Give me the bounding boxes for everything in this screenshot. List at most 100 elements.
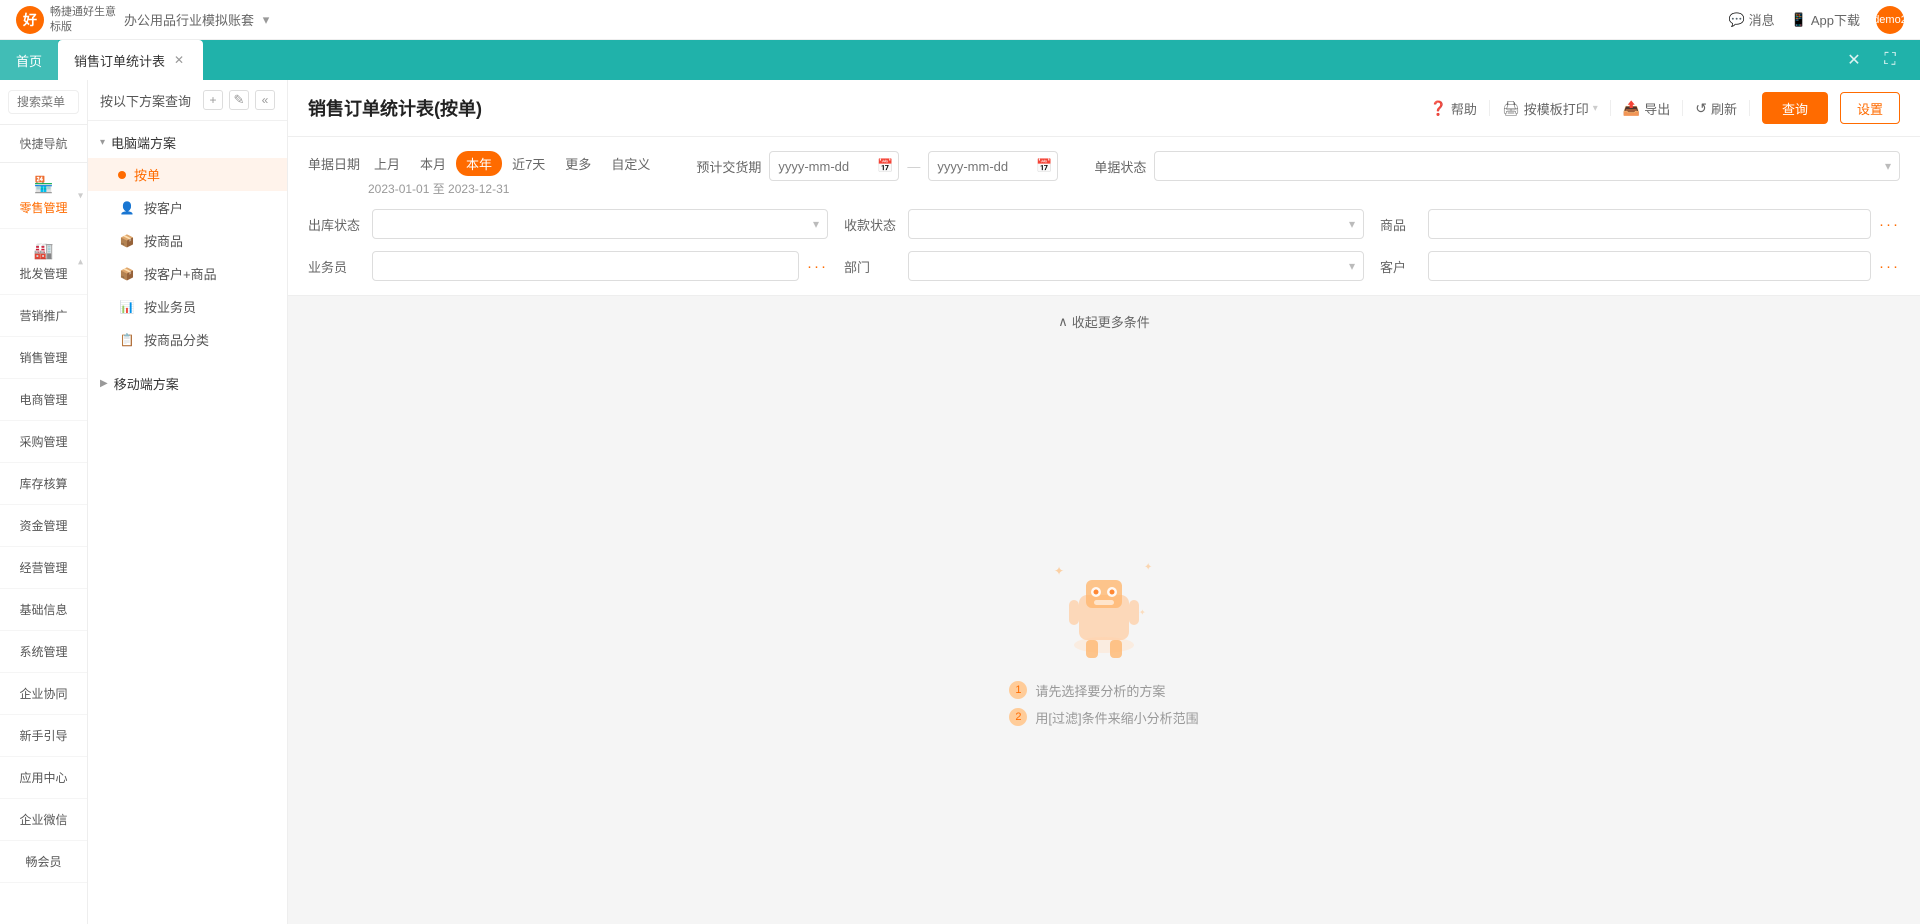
svg-text:✦: ✦ [1139, 608, 1146, 617]
panel-actions: + ✎ « [203, 90, 275, 110]
goods-more-icon[interactable]: ··· [1879, 216, 1900, 233]
delivery-status-select[interactable] [373, 213, 827, 236]
scheme-item-by-order[interactable]: 按单 [88, 158, 287, 191]
sidebar-item-purchase[interactable]: 采购管理 [0, 421, 87, 463]
close-window-icon[interactable]: ✕ [1840, 46, 1868, 74]
empty-tips: 1 请先选择要分析的方案 2 用[过滤]条件来缩小分析范围 [1009, 681, 1198, 727]
message-btn[interactable]: 💬 消息 [1728, 10, 1774, 29]
edit-scheme-btn[interactable]: ✎ [229, 90, 249, 110]
goods-input[interactable] [1428, 209, 1871, 239]
empty-tip-1: 1 请先选择要分析的方案 [1009, 681, 1198, 700]
sidebar-item-newbie[interactable]: 新手引导 [0, 715, 87, 757]
user-menu[interactable]: demo2 [1876, 6, 1904, 34]
customer-input[interactable] [1428, 251, 1871, 281]
sidebar: 快捷导航 🏪 零售管理 ▾ 🏭 批发管理 ▴ 营销推广 销售管理 电商管理 采购… [0, 80, 88, 924]
scheme-item-by-product[interactable]: 📦 按商品 [88, 224, 287, 257]
empty-illustration: ✦ ✦ ✦ [1044, 545, 1164, 665]
doc-status-select[interactable] [1155, 155, 1899, 178]
avatar: demo2 [1876, 6, 1904, 34]
sidebar-item-marketing[interactable]: 营销推广 [0, 295, 87, 337]
sidebar-item-wholesale[interactable]: 🏭 批发管理 ▴ [0, 229, 87, 295]
maximize-icon[interactable]: ⛶ [1876, 46, 1904, 74]
date-range-sep: — [907, 159, 920, 174]
filter-area: 单据日期 上月 本月 本年 近7天 更多 自定义 2023-01-01 至 20… [288, 137, 1920, 295]
customer-scheme-icon: 👤 [118, 199, 136, 217]
svg-text:✦: ✦ [1054, 564, 1064, 578]
query-button[interactable]: 查询 [1762, 92, 1828, 124]
settings-button[interactable]: 设置 [1840, 92, 1900, 124]
tab-sales-order-stats[interactable]: 销售订单统计表 ✕ [58, 40, 203, 80]
export-btn[interactable]: 📤 导出 [1623, 99, 1670, 118]
this-month-btn[interactable]: 本月 [410, 151, 456, 176]
sidebar-item-system[interactable]: 系统管理 [0, 631, 87, 673]
active-dot [118, 171, 126, 179]
this-year-btn[interactable]: 本年 [456, 151, 502, 176]
refresh-btn[interactable]: ↺ 刷新 [1695, 99, 1737, 118]
logo-text: 畅捷通好生意 标版 [50, 5, 116, 34]
salesperson-input[interactable] [372, 251, 799, 281]
breadcrumb: 办公用品行业模拟账套 ▾ [124, 10, 274, 29]
right-content: 销售订单统计表(按单) ❓ 帮助 🖨 按模板打印 ▾ 📤 [288, 80, 1920, 924]
tip-num-1: 1 [1009, 681, 1027, 699]
divider2 [1610, 100, 1611, 116]
scheme-item-by-cust-prod[interactable]: 📦 按客户+商品 [88, 257, 287, 290]
scheme-group-pc-header[interactable]: ▾ 电脑端方案 [88, 127, 287, 158]
sidebar-item-enterprise[interactable]: 企业协同 [0, 673, 87, 715]
scheme-item-by-category[interactable]: 📋 按商品分类 [88, 323, 287, 356]
header-right: 💬 消息 📱 App下载 demo2 [1728, 6, 1904, 34]
search-input[interactable] [8, 90, 79, 114]
breadcrumb-dropdown[interactable]: ▾ [258, 12, 274, 28]
app-icon: 📱 [1791, 12, 1807, 28]
sidebar-item-app-center[interactable]: 应用中心 [0, 757, 87, 799]
department-select[interactable] [909, 255, 1363, 278]
page-title: 销售订单统计表(按单) [308, 95, 482, 133]
divider1 [1489, 100, 1490, 116]
data-area: ✦ ✦ ✦ 1 请先选择要分析的方案 2 用[过滤]条件来缩小分析范围 [288, 347, 1920, 924]
sidebar-item-retail[interactable]: 🏪 零售管理 ▾ [0, 163, 87, 229]
sidebar-item-member[interactable]: 畅会员 [0, 841, 87, 883]
doc-status-label: 单据状态 [1094, 157, 1146, 176]
scheme-group-mobile: ▶ 移动端方案 [88, 362, 287, 405]
group-arrow-icon2: ▶ [100, 378, 108, 389]
sidebar-item-inventory[interactable]: 库存核算 [0, 463, 87, 505]
help-btn[interactable]: ❓ 帮助 [1429, 99, 1476, 118]
sidebar-item-corp-wechat[interactable]: 企业微信 [0, 799, 87, 841]
category-scheme-icon: 📋 [118, 331, 136, 349]
calendar-icon-left: 📅 [877, 158, 893, 174]
refresh-icon: ↺ [1695, 100, 1707, 117]
department-label: 部门 [844, 257, 900, 276]
sidebar-item-ecommerce[interactable]: 电商管理 [0, 379, 87, 421]
sidebar-item-finance[interactable]: 资金管理 [0, 505, 87, 547]
tab-close-icon[interactable]: ✕ [171, 52, 187, 68]
template-print-btn[interactable]: 🖨 按模板打印 ▾ [1502, 99, 1598, 118]
custom-date-btn[interactable]: 自定义 [601, 151, 660, 176]
payment-status-select[interactable] [909, 213, 1363, 236]
more-date-btn[interactable]: 更多 [555, 151, 601, 176]
scheme-item-by-salesperson[interactable]: 📊 按业务员 [88, 290, 287, 323]
sidebar-item-sales[interactable]: 销售管理 [0, 337, 87, 379]
sidebar-item-basic[interactable]: 基础信息 [0, 589, 87, 631]
app-download-btn[interactable]: 📱 App下载 [1791, 10, 1860, 29]
scheme-item-by-customer[interactable]: 👤 按客户 [88, 191, 287, 224]
tab-bar: 首页 销售订单统计表 ✕ ✕ ⛶ [0, 40, 1920, 80]
collapse-panel-btn[interactable]: « [255, 90, 275, 110]
empty-tip-2: 2 用[过滤]条件来缩小分析范围 [1009, 708, 1198, 727]
message-icon: 💬 [1728, 12, 1744, 28]
sidebar-search-area [0, 80, 87, 125]
logo-area: 好 畅捷通好生意 标版 [16, 5, 116, 34]
last-month-btn[interactable]: 上月 [364, 151, 410, 176]
add-scheme-btn[interactable]: + [203, 90, 223, 110]
scheme-group-mobile-header[interactable]: ▶ 移动端方案 [88, 368, 287, 399]
main-layout: 快捷导航 🏪 零售管理 ▾ 🏭 批发管理 ▴ 营销推广 销售管理 电商管理 采购… [0, 80, 1920, 924]
sidebar-arrow-icon: ▾ [78, 190, 83, 201]
page-title-bar: 销售订单统计表(按单) ❓ 帮助 🖨 按模板打印 ▾ 📤 [288, 80, 1920, 137]
tab-bar-right: ✕ ⛶ [1840, 40, 1920, 80]
collapse-btn[interactable]: ∧ 收起更多条件 [1058, 304, 1150, 339]
salesperson-more-icon[interactable]: ··· [807, 258, 828, 275]
sidebar-item-quick-nav[interactable]: 快捷导航 [0, 125, 87, 163]
sidebar-item-operations[interactable]: 经营管理 [0, 547, 87, 589]
last-7-days-btn[interactable]: 近7天 [502, 151, 555, 176]
salesperson-label: 业务员 [308, 257, 364, 276]
tab-home[interactable]: 首页 [0, 40, 58, 80]
customer-more-icon[interactable]: ··· [1879, 258, 1900, 275]
